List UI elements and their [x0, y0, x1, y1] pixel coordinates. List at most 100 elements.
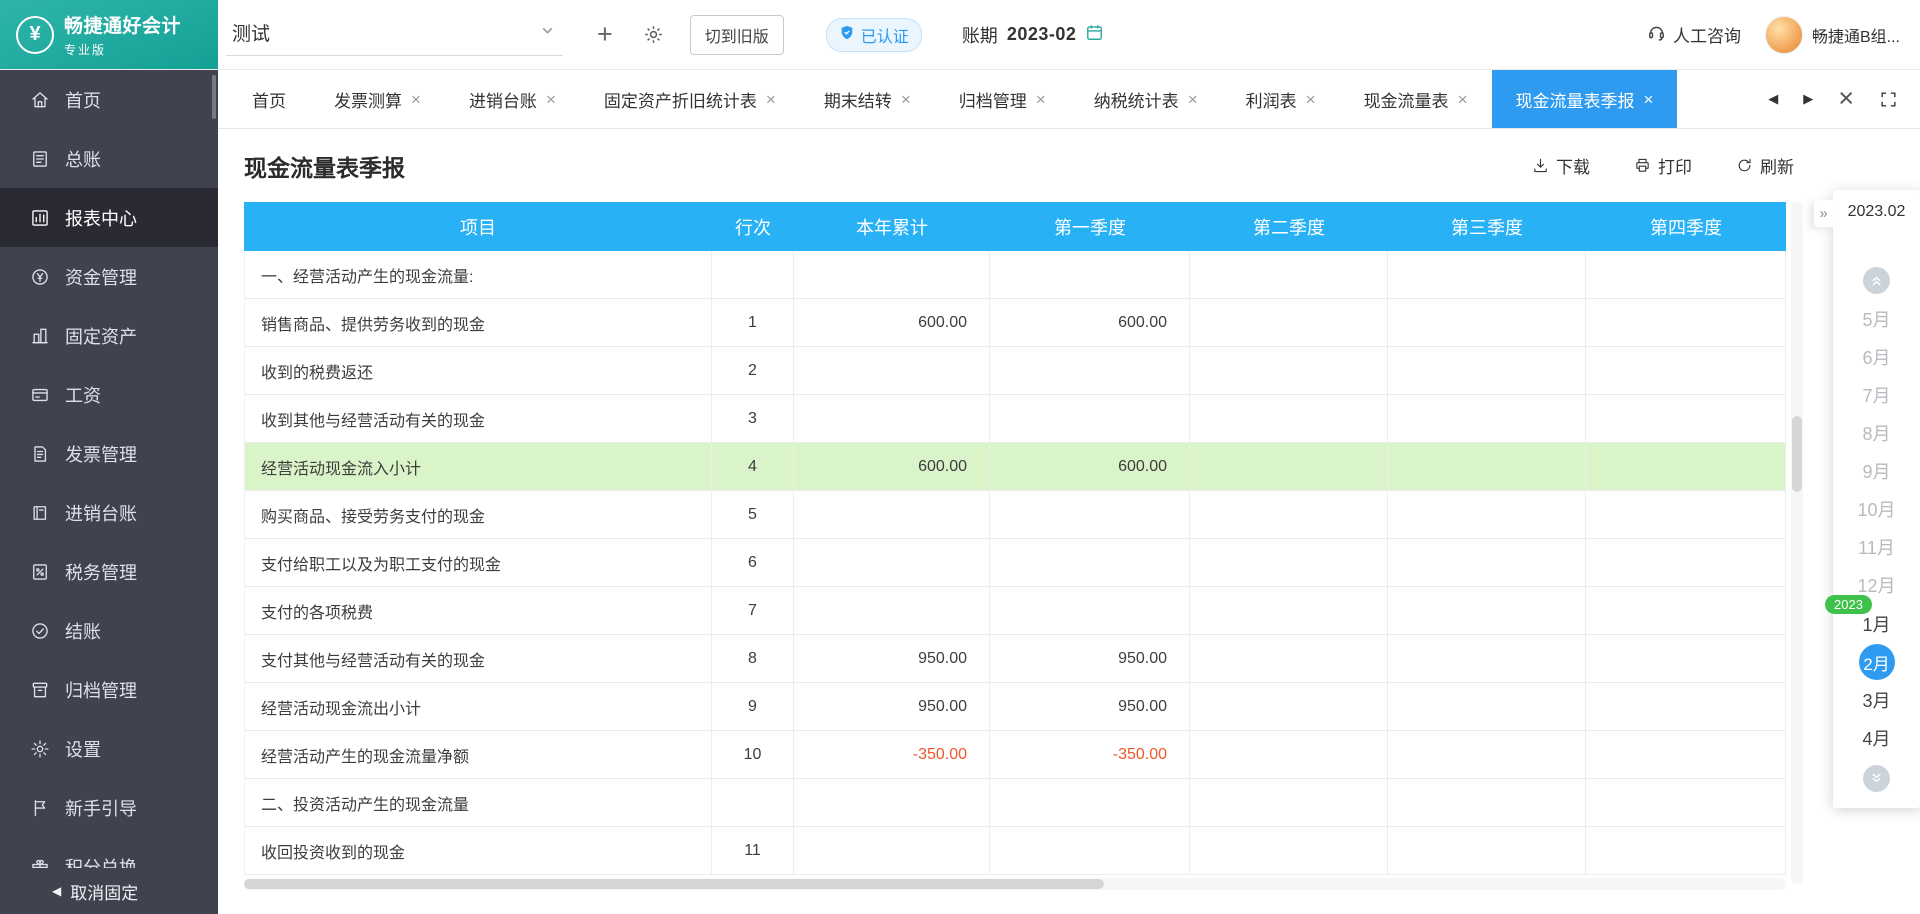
close-tabs-button[interactable]: × [1838, 85, 1854, 112]
row-value-cell [1586, 827, 1786, 874]
tab-close-icon[interactable]: × [901, 91, 911, 108]
title-row: 现金流量表季报 下载 打印 刷新 [218, 129, 1920, 202]
row-value-cell [1388, 635, 1586, 682]
scroll-months-up-button[interactable] [1863, 267, 1890, 294]
collapse-panel-handle[interactable]: » [1814, 200, 1833, 227]
row-value-cell [1190, 395, 1388, 442]
table-row-1[interactable]: 销售商品、提供劳务收到的现金 1 600.00 600.00 [244, 299, 1786, 347]
sidebar-item-4[interactable]: 固定资产 [0, 306, 218, 365]
month-item-0[interactable]: 5月 [1833, 300, 1920, 338]
month-item-10[interactable]: 3月 [1833, 681, 1920, 719]
tab-6[interactable]: 纳税统计表 × [1070, 70, 1222, 128]
tab-7[interactable]: 利润表 × [1222, 70, 1340, 128]
sidebar-item-3[interactable]: 资金管理 [0, 247, 218, 306]
table-row-2[interactable]: 收到的税费返还 2 [244, 347, 1786, 395]
unpin-sidebar-button[interactable]: ◀ 取消固定 [0, 868, 218, 914]
table-row-8[interactable]: 支付其他与经营活动有关的现金 8 950.00 950.00 [244, 635, 1786, 683]
tab-close-icon[interactable]: × [1036, 91, 1046, 108]
table-vscroll-thumb[interactable] [1792, 416, 1802, 492]
support-link[interactable]: 人工咨询 [1647, 22, 1741, 47]
calendar-icon[interactable] [1085, 23, 1104, 47]
sidebar-item-10[interactable]: 归档管理 [0, 660, 218, 719]
tab-5[interactable]: 归档管理 × [935, 70, 1070, 128]
period-value[interactable]: 2023-02 [1007, 24, 1077, 45]
tab-3[interactable]: 固定资产折旧统计表 × [580, 70, 800, 128]
general-ledger-icon [30, 149, 50, 169]
sidebar-item-0[interactable]: 首页 [0, 70, 218, 129]
table-row-5[interactable]: 购买商品、接受劳务支付的现金 5 [244, 491, 1786, 539]
month-item-1[interactable]: 6月 [1833, 338, 1920, 376]
row-value-cell [1586, 635, 1786, 682]
month-item-4[interactable]: 9月 [1833, 452, 1920, 490]
user-name[interactable]: 畅捷通B组... [1812, 23, 1900, 47]
month-item-9[interactable]: 2月 [1833, 643, 1920, 681]
table-hscroll-thumb[interactable] [244, 879, 1104, 889]
tab-close-icon[interactable]: × [1306, 91, 1316, 108]
row-value-cell [1586, 587, 1786, 634]
company-select[interactable]: 测试 [226, 13, 563, 56]
tab-4[interactable]: 期末结转 × [800, 70, 935, 128]
refresh-icon [1736, 157, 1753, 174]
switch-old-version-button[interactable]: 切到旧版 [689, 14, 784, 55]
sidebar-item-8[interactable]: 税务管理 [0, 542, 218, 601]
row-item-cell: 收到其他与经营活动有关的现金 [244, 395, 712, 442]
tab-close-icon[interactable]: × [1188, 91, 1198, 108]
table-row-10[interactable]: 经营活动产生的现金流量净额 10 -350.00 -350.00 [244, 731, 1786, 779]
tab-0[interactable]: 首页 [228, 70, 310, 128]
tab-label: 首页 [252, 91, 286, 111]
fullscreen-icon[interactable] [1879, 90, 1898, 109]
month-item-5[interactable]: 10月 [1833, 490, 1920, 528]
table-row-12[interactable]: 收回投资收到的现金 11 [244, 827, 1786, 875]
shield-check-icon [839, 24, 855, 46]
month-item-3[interactable]: 8月 [1833, 414, 1920, 452]
gear-icon[interactable] [643, 24, 664, 45]
tab-1[interactable]: 发票测算 × [310, 70, 445, 128]
row-value-cell: 2 [712, 347, 794, 394]
tab-close-icon[interactable]: × [546, 91, 556, 108]
tab-scroll-left-button[interactable]: ◀ [1768, 91, 1778, 107]
table-row-4[interactable]: 经营活动现金流入小计 4 600.00 600.00 [244, 443, 1786, 491]
table-row-0[interactable]: 一、经营活动产生的现金流量: [244, 251, 1786, 299]
tab-label: 发票测算 [334, 91, 402, 111]
sidebar-scrollbar[interactable] [212, 75, 216, 119]
table-row-9[interactable]: 经营活动现金流出小计 9 950.00 950.00 [244, 683, 1786, 731]
tab-close-icon[interactable]: × [1644, 91, 1654, 108]
tab-2[interactable]: 进销台账 × [445, 70, 580, 128]
month-item-6[interactable]: 11月 [1833, 528, 1920, 566]
row-value-cell [1388, 539, 1586, 586]
row-value-cell: 600.00 [990, 443, 1190, 490]
tab-label: 现金流量表季报 [1515, 91, 1635, 111]
tab-close-icon[interactable]: × [411, 91, 421, 108]
sidebar-item-2[interactable]: 报表中心 [0, 188, 218, 247]
tab-label: 利润表 [1245, 91, 1297, 111]
sidebar-item-12[interactable]: 新手引导 [0, 778, 218, 837]
add-account-set-button[interactable]: + [597, 21, 613, 48]
certified-badge[interactable]: 已认证 [825, 17, 922, 52]
table-row-7[interactable]: 支付的各项税费 7 [244, 587, 1786, 635]
tab-9[interactable]: 现金流量表季报 × [1491, 70, 1678, 128]
table-row-3[interactable]: 收到其他与经营活动有关的现金 3 [244, 395, 1786, 443]
tab-scroll-right-button[interactable]: ▶ [1803, 91, 1813, 107]
tab-close-icon[interactable]: × [766, 91, 776, 108]
action-refresh-button[interactable]: 刷新 [1736, 153, 1794, 178]
table-vscroll-track[interactable] [1791, 202, 1803, 884]
sidebar-item-5[interactable]: 工资 [0, 365, 218, 424]
month-item-11[interactable]: 4月 [1833, 719, 1920, 757]
action-download-button[interactable]: 下载 [1532, 153, 1590, 178]
avatar[interactable] [1764, 15, 1803, 54]
sidebar-item-1[interactable]: 总账 [0, 129, 218, 188]
sidebar-item-11[interactable]: 设置 [0, 719, 218, 778]
tab-8[interactable]: 现金流量表 × [1340, 70, 1492, 128]
month-label: 2月 [1858, 644, 1895, 680]
sidebar-item-9[interactable]: 结账 [0, 601, 218, 660]
sidebar-item-6[interactable]: 发票管理 [0, 424, 218, 483]
month-item-2[interactable]: 7月 [1833, 376, 1920, 414]
brand-name: 畅捷通好会计 [64, 16, 182, 37]
action-print-button[interactable]: 打印 [1634, 153, 1692, 178]
sidebar-item-7[interactable]: 进销台账 [0, 483, 218, 542]
tab-close-icon[interactable]: × [1458, 91, 1468, 108]
row-value-cell: 600.00 [794, 443, 990, 490]
table-row-11[interactable]: 二、投资活动产生的现金流量 [244, 779, 1786, 827]
scroll-months-down-button[interactable] [1863, 765, 1890, 792]
table-row-6[interactable]: 支付给职工以及为职工支付的现金 6 [244, 539, 1786, 587]
